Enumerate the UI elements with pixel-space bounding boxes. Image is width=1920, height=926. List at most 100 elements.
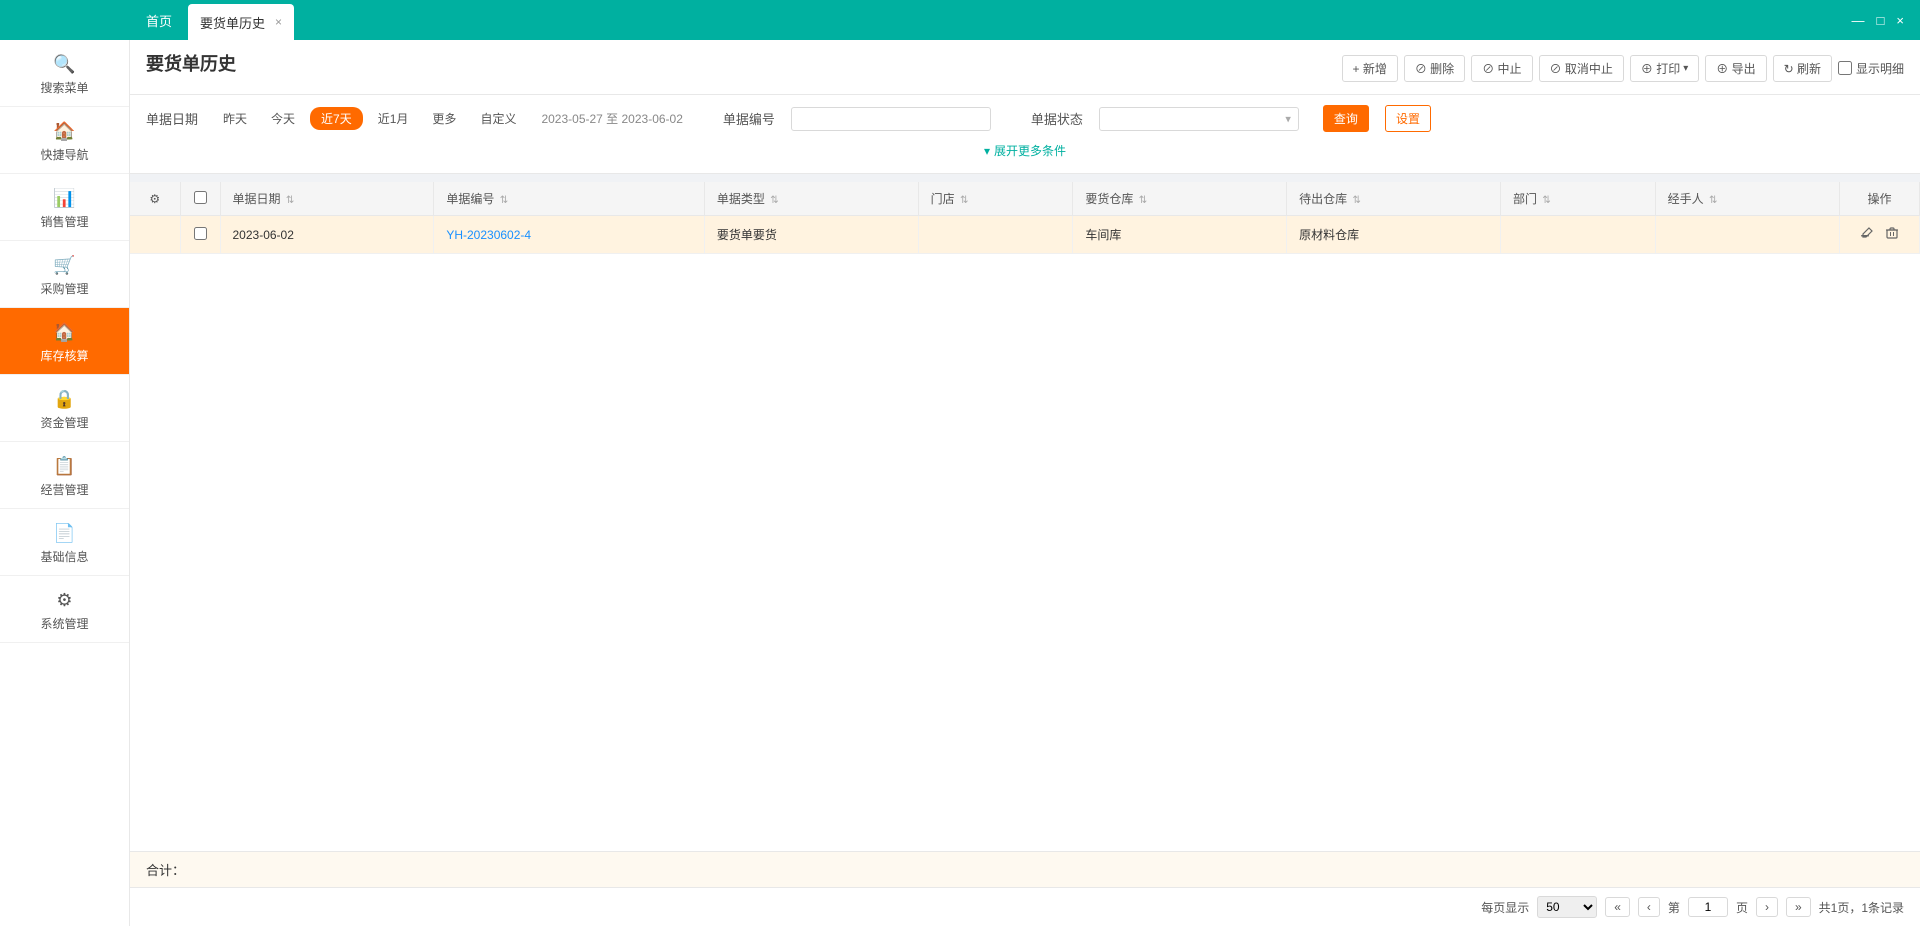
inventory-icon: 🏠	[53, 322, 75, 343]
print-button[interactable]: ⊕ 打印 ▾	[1630, 55, 1699, 82]
row-doc-date: 2023-06-02	[220, 216, 434, 254]
col-pending-warehouse[interactable]: 待出仓库 ⇅	[1287, 182, 1501, 216]
row-delete-button[interactable]	[1881, 224, 1903, 245]
col-department-label: 部门	[1513, 192, 1537, 206]
tab-requisition-history[interactable]: 要货单历史 ×	[188, 4, 294, 40]
row-doc-type: 要货单要货	[704, 216, 918, 254]
expand-filter-button[interactable]: ▾ 展开更多条件	[984, 138, 1066, 163]
col-store[interactable]: 门店 ⇅	[918, 182, 1073, 216]
sidebar-item-inventory[interactable]: 🏠 库存核算	[0, 308, 129, 375]
sort-arrows-req-warehouse: ⇅	[1139, 195, 1147, 206]
window-maximize-btn[interactable]: □	[1877, 13, 1885, 28]
date-range-display: 2023-05-27 至 2023-06-02	[541, 110, 682, 127]
filter-row-2: ▾ 展开更多条件	[146, 132, 1904, 163]
setting-button[interactable]: 设置	[1385, 105, 1431, 132]
select-all-checkbox[interactable]	[194, 191, 207, 204]
top-right-controls: — □ ×	[1852, 13, 1920, 28]
row-doc-number: YH-20230602-4	[434, 216, 705, 254]
col-actions: 操作	[1840, 182, 1920, 216]
home-icon: 🏠	[53, 121, 75, 142]
doc-number-input[interactable]	[791, 107, 991, 131]
top-bar: 首页 要货单历史 × — □ ×	[0, 0, 1920, 40]
sidebar-label-finance: 资金管理	[40, 414, 88, 431]
col-department[interactable]: 部门 ⇅	[1500, 182, 1655, 216]
pagination: 每页显示 50 10 20 100 « ‹ 第 页 › » 共1页，1条记录	[130, 887, 1920, 926]
sidebar-item-shortcuts[interactable]: 🏠 快捷导航	[0, 107, 129, 174]
print-dropdown-icon[interactable]: ▾	[1683, 63, 1688, 74]
stop-button[interactable]: ⊘ 中止	[1471, 55, 1532, 82]
col-req-warehouse-label: 要货仓库	[1085, 192, 1133, 206]
table-header-row: ⚙ 单据日期 ⇅ 单据编号 ⇅	[130, 182, 1920, 216]
sidebar-label-sales: 销售管理	[40, 213, 88, 230]
row-department	[1500, 216, 1655, 254]
sidebar-item-basics[interactable]: 📄 基础信息	[0, 509, 129, 576]
date-btn-yesterday[interactable]: 昨天	[214, 107, 256, 130]
doc-status-select[interactable]	[1099, 107, 1299, 131]
doc-number-label: 单据编号	[723, 109, 775, 128]
sort-arrows-department: ⇅	[1542, 195, 1550, 206]
sidebar-item-purchase[interactable]: 🛒 采购管理	[0, 241, 129, 308]
sidebar-label-search: 搜索菜单	[40, 79, 88, 96]
sort-arrows-store: ⇅	[960, 195, 968, 206]
col-doc-number-label: 单据编号	[446, 192, 494, 206]
tab-home[interactable]: 首页	[130, 0, 188, 40]
cancel-stop-button[interactable]: ⊘ 取消中止	[1539, 55, 1624, 82]
col-handler[interactable]: 经手人 ⇅	[1655, 182, 1839, 216]
summary-label: 合计：	[146, 860, 185, 879]
window-close-btn[interactable]: ×	[1896, 13, 1904, 28]
tab-close-icon[interactable]: ×	[275, 15, 282, 29]
sidebar-item-finance[interactable]: 🔒 资金管理	[0, 375, 129, 442]
display-detail-checkbox[interactable]	[1838, 61, 1852, 75]
sidebar-item-sales[interactable]: 📊 销售管理	[0, 174, 129, 241]
purchase-icon: 🛒	[53, 255, 75, 276]
doc-status-wrapper: ▾	[1099, 107, 1299, 131]
date-btn-last7days[interactable]: 近7天	[310, 107, 363, 130]
col-actions-label: 操作	[1867, 192, 1891, 206]
sidebar-label-shortcuts: 快捷导航	[40, 146, 88, 163]
col-doc-date[interactable]: 单据日期 ⇅	[220, 182, 434, 216]
row-pending-warehouse: 原材料仓库	[1287, 216, 1501, 254]
col-store-label: 门店	[931, 192, 955, 206]
data-table: ⚙ 单据日期 ⇅ 单据编号 ⇅	[130, 182, 1920, 254]
date-btn-custom[interactable]: 自定义	[471, 107, 525, 130]
main-layout: 🔍 搜索菜单 🏠 快捷导航 📊 销售管理 🛒 采购管理 🏠 库存核算 🔒 资金管…	[0, 40, 1920, 926]
sidebar-item-search[interactable]: 🔍 搜索菜单	[0, 40, 129, 107]
doc-number-link[interactable]: YH-20230602-4	[446, 228, 531, 242]
date-filter-label: 单据日期	[146, 109, 198, 128]
first-page-btn[interactable]: «	[1605, 897, 1630, 917]
next-page-btn[interactable]: ›	[1756, 897, 1778, 917]
row-checkbox[interactable]	[194, 227, 207, 240]
col-checkbox	[180, 182, 220, 216]
window-minimize-btn[interactable]: —	[1852, 13, 1865, 28]
col-doc-type[interactable]: 单据类型 ⇅	[704, 182, 918, 216]
sort-arrows-doc-number: ⇅	[500, 195, 508, 206]
col-pending-warehouse-label: 待出仓库	[1299, 192, 1347, 206]
date-btn-today[interactable]: 今天	[262, 107, 304, 130]
date-btn-last-month[interactable]: 近1月	[369, 107, 418, 130]
settings-gear-icon[interactable]: ⚙	[149, 192, 160, 206]
content-area: 要货单历史 + 新增 ⊘ 删除 ⊘ 中止 ⊘ 取消中止 ⊕ 打印 ▾ ⊕ 导出 …	[130, 40, 1920, 926]
row-edit-button[interactable]	[1856, 224, 1878, 245]
sort-arrows-doc-type: ⇅	[770, 195, 778, 206]
date-btn-more[interactable]: 更多	[423, 107, 465, 130]
last-page-btn[interactable]: »	[1786, 897, 1811, 917]
current-page-input[interactable]	[1688, 897, 1728, 917]
sidebar: 🔍 搜索菜单 🏠 快捷导航 📊 销售管理 🛒 采购管理 🏠 库存核算 🔒 资金管…	[0, 40, 130, 926]
filter-area: 单据日期 昨天 今天 近7天 近1月 更多 自定义 2023-05-27 至 2…	[130, 95, 1920, 174]
prev-page-btn[interactable]: ‹	[1638, 897, 1660, 917]
col-req-warehouse[interactable]: 要货仓库 ⇅	[1073, 182, 1287, 216]
display-detail-toggle[interactable]: 显示明细	[1838, 60, 1904, 77]
new-button[interactable]: + 新增	[1342, 55, 1398, 82]
col-doc-date-label: 单据日期	[233, 192, 281, 206]
query-button[interactable]: 查询	[1323, 105, 1369, 132]
delete-button[interactable]: ⊘ 删除	[1404, 55, 1465, 82]
print-label: ⊕ 打印	[1641, 60, 1680, 77]
page-size-select[interactable]: 50 10 20 100	[1537, 896, 1597, 918]
sort-arrows-handler: ⇅	[1709, 195, 1717, 206]
refresh-button[interactable]: ↻ 刷新	[1773, 55, 1832, 82]
export-button[interactable]: ⊕ 导出	[1705, 55, 1766, 82]
total-info: 共1页，1条记录	[1819, 899, 1904, 916]
sidebar-item-operations[interactable]: 📋 经营管理	[0, 442, 129, 509]
col-doc-number[interactable]: 单据编号 ⇅	[434, 182, 705, 216]
sidebar-item-system[interactable]: ⚙ 系统管理	[0, 576, 129, 643]
